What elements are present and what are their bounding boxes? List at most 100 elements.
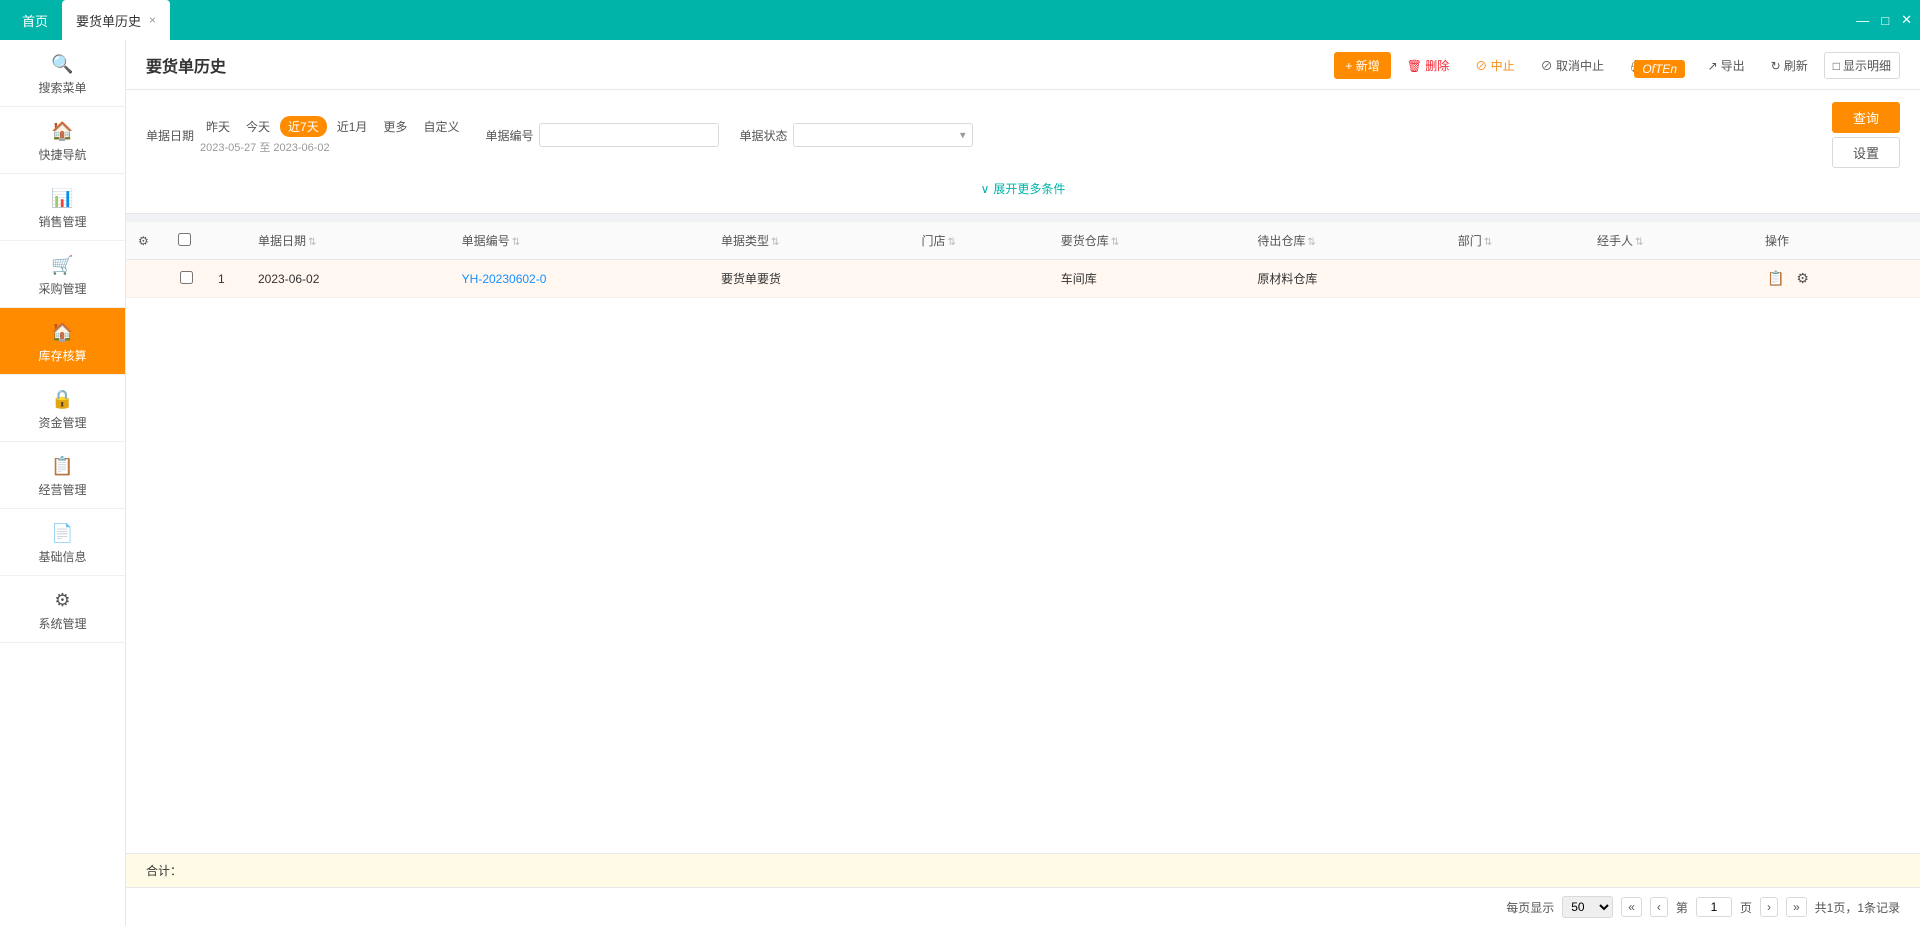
tab-requisition-history[interactable]: 要货单历史 ×: [62, 0, 170, 40]
sidebar-item-sales[interactable]: 📊 销售管理: [0, 174, 125, 241]
th-handler[interactable]: 经手人⇅: [1585, 222, 1753, 260]
filter-actions: 查询 设置: [1832, 102, 1900, 168]
sales-icon: 📊: [51, 188, 73, 209]
th-num: [206, 222, 246, 260]
sort-docno-icon: ⇅: [512, 237, 520, 248]
date-btn-yesterday[interactable]: 昨天: [200, 116, 236, 137]
first-page-button[interactable]: «: [1621, 897, 1642, 917]
quick-nav-icon: 🏠: [51, 121, 73, 142]
main-layout: 🔍 搜索菜单 🏠 快捷导航 📊 销售管理 🛒 采购管理 🏠 库存核算 🔒 资金管…: [0, 40, 1920, 926]
per-page-label: 每页显示: [1506, 899, 1554, 916]
th-doc-no[interactable]: 单据编号⇅: [450, 222, 709, 260]
td-handler: [1585, 260, 1753, 298]
delete-button[interactable]: 🗑 删除: [1397, 53, 1460, 78]
th-settings[interactable]: ⚙: [126, 222, 166, 260]
sidebar-item-quick-nav[interactable]: 🏠 快捷导航: [0, 107, 125, 174]
date-btn-today[interactable]: 今天: [240, 116, 276, 137]
last-page-button[interactable]: »: [1786, 897, 1807, 917]
th-department[interactable]: 部门⇅: [1446, 222, 1585, 260]
current-page-input[interactable]: [1696, 897, 1732, 917]
edit-action-icon[interactable]: 📋: [1765, 268, 1786, 289]
sort-dept-icon: ⇅: [1484, 237, 1492, 248]
table-row: 1 2023-06-02 YH-20230602-0 要货单要货 车间库 原材料…: [126, 260, 1920, 298]
minimize-icon[interactable]: —: [1856, 13, 1869, 28]
filter-expand-row: ∨ 展开更多条件: [146, 176, 1900, 201]
th-doc-type[interactable]: 单据类型⇅: [709, 222, 909, 260]
td-store: [909, 260, 1048, 298]
td-num: 1: [206, 260, 246, 298]
per-page-select[interactable]: 20 50 100 200: [1562, 896, 1613, 918]
expand-more-button[interactable]: ∨ 展开更多条件: [973, 176, 1074, 201]
new-button[interactable]: + 新增: [1334, 52, 1390, 79]
date-btn-7days[interactable]: 近7天: [280, 116, 327, 137]
refresh-button[interactable]: ↻ 刷新: [1761, 53, 1818, 78]
sidebar-item-operations[interactable]: 📋 经营管理: [0, 442, 125, 509]
sort-handler-icon: ⇅: [1635, 237, 1643, 248]
table-area: ⚙ 单据日期⇅ 单据编号⇅ 单据类型⇅: [126, 222, 1920, 853]
operations-icon: 📋: [51, 456, 73, 477]
tab-close-icon[interactable]: ×: [149, 13, 156, 27]
td-checkbox: [166, 260, 206, 298]
sidebar-item-label-quicknav: 快捷导航: [38, 146, 86, 163]
close-window-icon[interactable]: ✕: [1901, 12, 1912, 28]
sidebar-item-label-sales: 销售管理: [38, 213, 86, 230]
date-btn-1month[interactable]: 近1月: [331, 116, 374, 137]
action-icons: 📋 ⚙: [1765, 268, 1908, 289]
td-doc-type: 要货单要货: [709, 260, 909, 298]
td-date: 2023-06-02: [246, 260, 450, 298]
date-btn-custom[interactable]: 自定义: [417, 116, 465, 137]
tab-requisition-label: 要货单历史: [76, 11, 141, 30]
maximize-icon[interactable]: □: [1881, 13, 1889, 28]
th-req-warehouse[interactable]: 要货仓库⇅: [1049, 222, 1246, 260]
basic-info-icon: 📄: [51, 523, 73, 544]
sidebar-item-label-basic: 基础信息: [38, 548, 86, 565]
page-suffix-label: 页: [1740, 899, 1752, 916]
cancel-stop-button[interactable]: ⊘ 取消中止: [1531, 53, 1614, 78]
th-store[interactable]: 门店⇅: [909, 222, 1048, 260]
stop-button[interactable]: ⊘ 中止: [1465, 53, 1524, 78]
th-checkbox: [166, 222, 206, 260]
page-title: 要货单历史: [146, 53, 226, 77]
detail-action-icon[interactable]: ⚙: [1794, 268, 1811, 289]
query-button[interactable]: 查询: [1832, 102, 1900, 133]
sidebar-item-system[interactable]: ⚙ 系统管理: [0, 576, 125, 643]
sidebar-item-search-menu[interactable]: 🔍 搜索菜单: [0, 40, 125, 107]
row-checkbox[interactable]: [180, 271, 193, 284]
sort-doctype-icon: ⇅: [771, 237, 779, 248]
export-button[interactable]: ↗ 导出: [1698, 53, 1755, 78]
status-select[interactable]: [793, 123, 973, 147]
th-action: 操作: [1753, 222, 1920, 260]
td-settings: [126, 260, 166, 298]
next-page-button[interactable]: ›: [1760, 897, 1778, 917]
select-all-checkbox[interactable]: [178, 233, 191, 246]
sort-store-icon: ⇅: [947, 237, 955, 248]
sidebar-item-basic-info[interactable]: 📄 基础信息: [0, 509, 125, 576]
sidebar-item-finance[interactable]: 🔒 资金管理: [0, 375, 125, 442]
display-detail-button[interactable]: □ □ 显示明细 显示明细: [1824, 52, 1900, 79]
prev-page-button[interactable]: ‹: [1650, 897, 1668, 917]
td-department: [1446, 260, 1585, 298]
expand-icon: ∨: [981, 182, 990, 196]
tab-home[interactable]: 首页: [8, 0, 62, 40]
search-menu-icon: 🔍: [51, 54, 73, 75]
doc-no-link[interactable]: YH-20230602-0: [462, 272, 547, 286]
status-select-wrapper: [793, 123, 973, 147]
sidebar-item-inventory[interactable]: 🏠 库存核算: [0, 308, 125, 375]
th-pending-warehouse[interactable]: 待出仓库⇅: [1245, 222, 1445, 260]
filter-settings-button[interactable]: 设置: [1832, 137, 1900, 168]
sidebar-item-purchase[interactable]: 🛒 采购管理: [0, 241, 125, 308]
system-icon: ⚙: [54, 590, 70, 611]
toolbar: + 新增 🗑 删除 ⊘ 中止 ⊘ 取消中止 🖨 🖨 打印 打印 ▾ ↗ 导出: [1334, 52, 1900, 89]
sidebar-item-label-operations: 经营管理: [38, 481, 86, 498]
date-filter-group: 单据日期 昨天 今天 近7天 近1月 更多 自定义 2023-05-27 至 2…: [146, 116, 465, 155]
sidebar-item-label-system: 系统管理: [38, 615, 86, 632]
doc-no-input[interactable]: [539, 123, 719, 147]
date-filter-label: 单据日期: [146, 127, 194, 144]
top-bar: 首页 要货单历史 × — □ ✕: [0, 0, 1920, 40]
date-btn-more[interactable]: 更多: [377, 116, 413, 137]
window-controls: — □ ✕: [1856, 12, 1912, 28]
footer-total: 合计：: [126, 853, 1920, 887]
filter-area: 单据日期 昨天 今天 近7天 近1月 更多 自定义 2023-05-27 至 2…: [126, 90, 1920, 214]
th-date[interactable]: 单据日期⇅: [246, 222, 450, 260]
status-label: 单据状态: [739, 127, 787, 144]
